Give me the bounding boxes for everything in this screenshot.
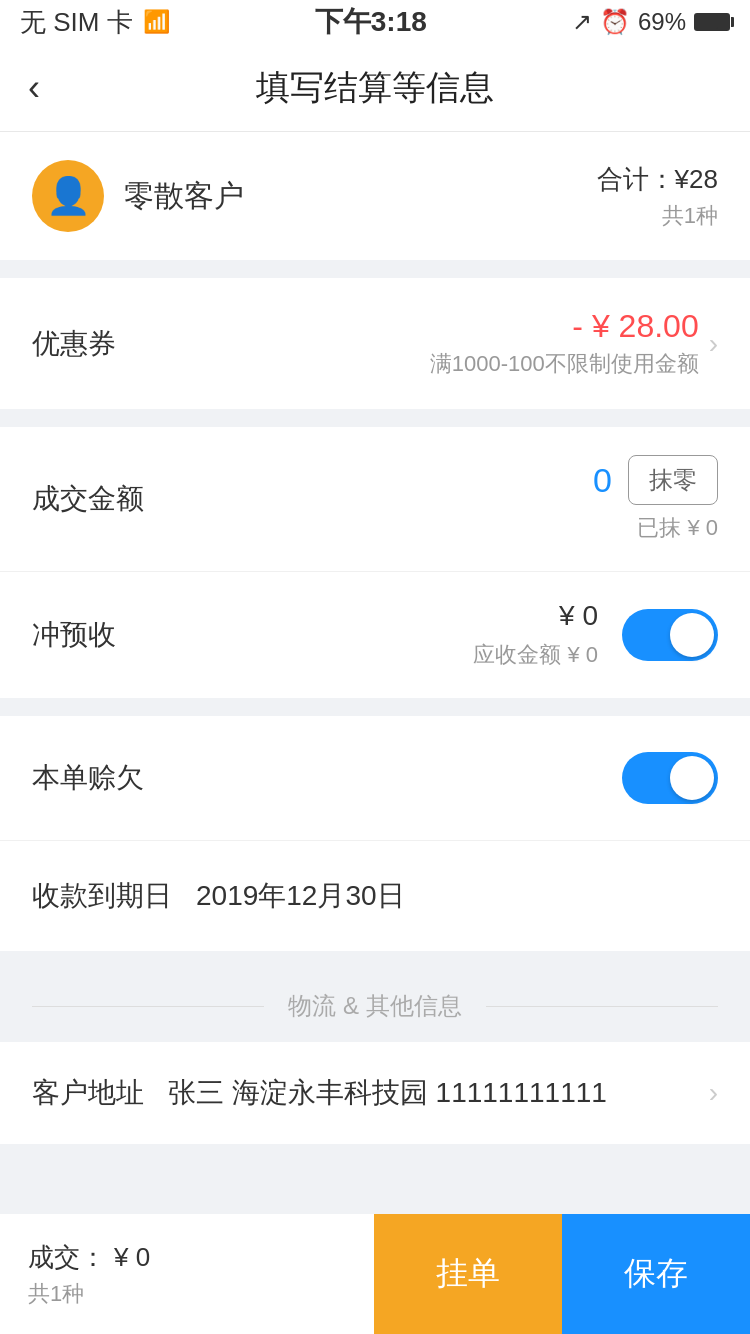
deal-amount-row: 成交金额 0 抹零 已抹 ¥ 0	[0, 427, 750, 571]
logistics-section: 物流 & 其他信息 客户地址 张三 海淀永丰科技园 11111111111 ›	[0, 969, 750, 1144]
address-label: 客户地址	[32, 1074, 144, 1112]
status-right: ↗ ⏰ 69%	[572, 8, 730, 36]
total-amount: 合计：¥28	[597, 162, 718, 197]
content: 👤 零散客户 合计：¥28 共1种 优惠券 - ¥ 28.00 满1000-10…	[0, 132, 750, 1322]
hang-button[interactable]: 挂单	[374, 1214, 562, 1334]
logistics-title: 物流 & 其他信息	[264, 990, 485, 1022]
customer-name: 零散客户	[124, 176, 244, 217]
advance-amount: ¥ 0	[559, 600, 598, 632]
deal-amount-label: 成交金额	[32, 480, 144, 518]
deal-value[interactable]: 0	[593, 461, 612, 500]
coupon-chevron-icon: ›	[709, 328, 718, 360]
coupon-desc: 满1000-100不限制使用金额	[430, 349, 699, 379]
bottom-bar: 成交： ¥ 0 共1种 挂单 保存	[0, 1214, 750, 1334]
debt-toggle[interactable]	[622, 752, 718, 804]
back-button[interactable]: ‹	[28, 70, 40, 106]
transaction-section: 成交金额 0 抹零 已抹 ¥ 0 冲预收 ¥ 0 应收金额 ¥ 0	[0, 427, 750, 698]
total-count: 共1种	[597, 201, 718, 231]
advance-right: ¥ 0 应收金额 ¥ 0	[473, 600, 718, 670]
customer-row[interactable]: 👤 零散客户 合计：¥28 共1种	[0, 132, 750, 260]
bottom-deal-label: 成交：	[28, 1240, 106, 1275]
address-section: 客户地址 张三 海淀永丰科技园 11111111111 ›	[0, 1042, 750, 1144]
coupon-label: 优惠券	[32, 325, 116, 363]
battery-label: 69%	[638, 8, 686, 36]
debt-section: 本单赊欠 收款到期日 2019年12月30日	[0, 716, 750, 951]
coupon-section: 优惠券 - ¥ 28.00 满1000-100不限制使用金额 ›	[0, 278, 750, 409]
deal-amount-right: 0 抹零 已抹 ¥ 0	[593, 455, 718, 543]
customer-right: 合计：¥28 共1种	[597, 162, 718, 231]
bottom-deal-amount: ¥ 0	[114, 1242, 150, 1273]
logistics-header: 物流 & 其他信息	[0, 969, 750, 1042]
coupon-row[interactable]: 优惠券 - ¥ 28.00 满1000-100不限制使用金额 ›	[0, 278, 750, 409]
coupon-value: - ¥ 28.00 满1000-100不限制使用金额	[430, 308, 699, 379]
advance-label: 冲预收	[32, 616, 116, 654]
debt-label: 本单赊欠	[32, 759, 144, 797]
nav-bar: ‹ 填写结算等信息	[0, 44, 750, 132]
status-bar: 无 SIM 卡 📶 下午3:18 ↗ ⏰ 69%	[0, 0, 750, 44]
advance-sub: 应收金额 ¥ 0	[473, 640, 598, 670]
toggle-knob	[670, 613, 714, 657]
address-value: 张三 海淀永丰科技园 11111111111	[168, 1074, 699, 1112]
address-chevron-icon: ›	[709, 1077, 718, 1109]
due-date-value: 2019年12月30日	[196, 877, 405, 915]
save-button[interactable]: 保存	[562, 1214, 750, 1334]
due-date-label: 收款到期日	[32, 877, 172, 915]
bottom-deal-row: 成交： ¥ 0	[28, 1240, 346, 1275]
page-title: 填写结算等信息	[256, 65, 494, 111]
debt-toggle-knob	[670, 756, 714, 800]
avatar-icon: 👤	[46, 175, 91, 217]
carrier-label: 无 SIM 卡	[20, 5, 133, 40]
advance-values: ¥ 0 应收金额 ¥ 0	[473, 600, 598, 670]
customer-left: 👤 零散客户	[32, 160, 244, 232]
deal-input-area: 0 抹零	[593, 455, 718, 505]
status-left: 无 SIM 卡 📶	[20, 5, 170, 40]
battery-icon	[694, 13, 730, 31]
location-icon: ↗	[572, 8, 592, 36]
advance-toggle[interactable]	[622, 609, 718, 661]
customer-section: 👤 零散客户 合计：¥28 共1种	[0, 132, 750, 260]
coupon-right: - ¥ 28.00 满1000-100不限制使用金额 ›	[430, 308, 718, 379]
round-off-button[interactable]: 抹零	[628, 455, 718, 505]
advance-row: 冲预收 ¥ 0 应收金额 ¥ 0	[0, 571, 750, 698]
bottom-info: 成交： ¥ 0 共1种	[0, 1240, 374, 1309]
due-date-row[interactable]: 收款到期日 2019年12月30日	[0, 840, 750, 951]
status-time: 下午3:18	[315, 3, 427, 41]
coupon-amount: - ¥ 28.00	[430, 308, 699, 345]
wifi-icon: 📶	[143, 9, 170, 35]
deal-sub-text: 已抹 ¥ 0	[637, 513, 718, 543]
bottom-count: 共1种	[28, 1279, 346, 1309]
alarm-icon: ⏰	[600, 8, 630, 36]
avatar: 👤	[32, 160, 104, 232]
debt-row: 本单赊欠	[0, 716, 750, 840]
address-row[interactable]: 客户地址 张三 海淀永丰科技园 11111111111 ›	[0, 1042, 750, 1144]
